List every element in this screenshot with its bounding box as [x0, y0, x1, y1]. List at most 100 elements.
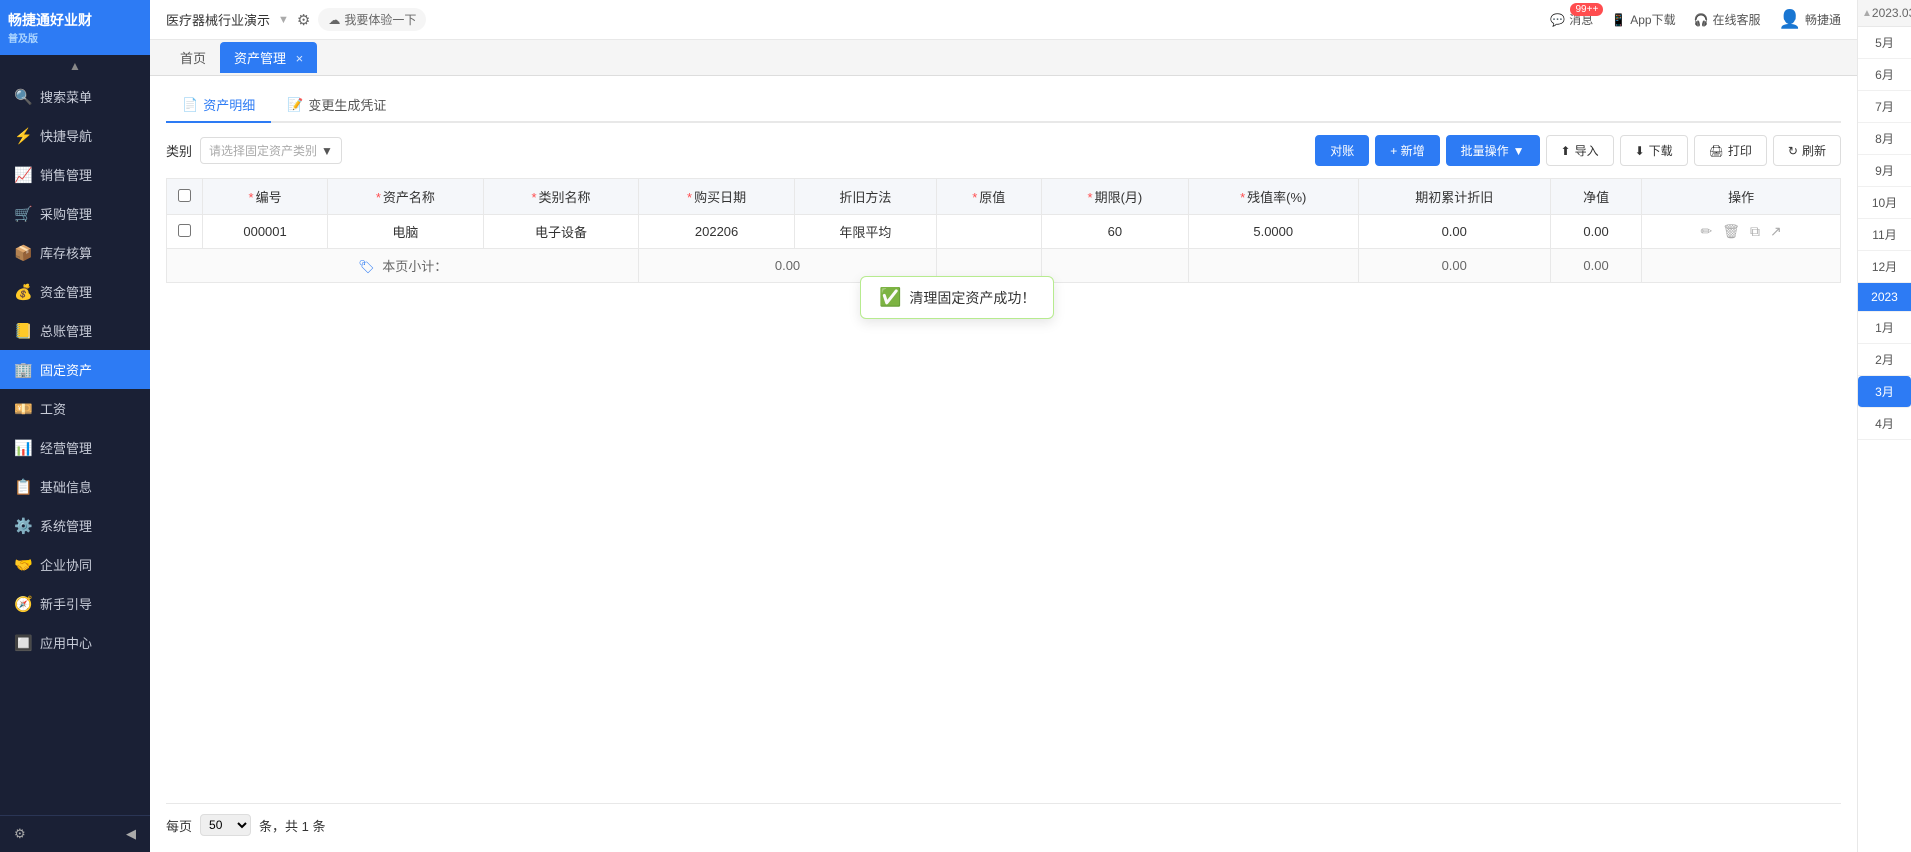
- online-service-btn[interactable]: 🎧 在线客服: [1694, 11, 1761, 28]
- new-btn[interactable]: + 新增: [1375, 135, 1439, 166]
- sidebar-item-icon-inventory: 📦: [14, 244, 32, 262]
- sidebar-item-icon-ledger: 📒: [14, 322, 32, 340]
- filter-label: 类别: [166, 141, 192, 160]
- select-all-checkbox[interactable]: [178, 189, 191, 202]
- sidebar-item-icon-search: 🔍: [14, 88, 32, 106]
- download-btn[interactable]: ⬇ 下载: [1620, 135, 1688, 166]
- row-actions: ✏ 🗑 ⧉ ↗: [1652, 223, 1830, 240]
- toolbar-right: 对账 + 新增 批量操作 ▼ ⬆ 导入 ⬇ 下载 🖨: [1315, 135, 1841, 166]
- row-more-icon[interactable]: ↗: [1770, 223, 1782, 240]
- row-copy-icon[interactable]: ⧉: [1750, 223, 1760, 240]
- date-item-5[interactable]: 10月: [1858, 187, 1911, 219]
- app-download-label: App下载: [1630, 11, 1675, 28]
- subtab-asset-detail[interactable]: 📄 资产明细: [166, 88, 271, 123]
- cell-depreciation-method: 年限平均: [794, 215, 936, 249]
- subtotal-net: 0.00: [1550, 249, 1641, 283]
- experience-label: 我要体验一下: [344, 11, 416, 28]
- row-delete-icon[interactable]: 🗑: [1722, 223, 1740, 240]
- date-item-6[interactable]: 11月: [1858, 219, 1911, 251]
- date-sidebar-prev-icon[interactable]: ▲: [1862, 8, 1872, 19]
- row-checkbox[interactable]: [178, 224, 191, 237]
- account-btn[interactable]: 对账: [1315, 135, 1369, 166]
- date-item-7[interactable]: 12月: [1858, 251, 1911, 283]
- sidebar-collapse-icon[interactable]: ◀: [126, 826, 136, 842]
- sidebar-item-guide[interactable]: 🧭新手引导: [0, 584, 150, 623]
- cell-category: 电子设备: [483, 215, 639, 249]
- sidebar-item-sales[interactable]: 📈销售管理: [0, 155, 150, 194]
- app-download-btn[interactable]: 📱 App下载: [1611, 11, 1675, 28]
- refresh-btn[interactable]: ↻ 刷新: [1773, 135, 1841, 166]
- sidebar-item-operations[interactable]: 📊经营管理: [0, 428, 150, 467]
- message-badge: 99++: [1570, 3, 1603, 16]
- sidebar-item-apps[interactable]: 🔲 应用中心: [0, 623, 150, 662]
- user-btn[interactable]: 👤 畅捷通: [1779, 9, 1841, 30]
- sidebar-item-payroll[interactable]: 💴工资: [0, 389, 150, 428]
- sidebar-item-enterprise[interactable]: 🤝 企业协同: [0, 545, 150, 584]
- message-btn[interactable]: 💬 消息 99++: [1550, 11, 1593, 28]
- date-item-3[interactable]: 8月: [1858, 123, 1911, 155]
- import-btn[interactable]: ⬆ 导入: [1546, 135, 1614, 166]
- content-area: 📄 资产明细 📝 变更生成凭证 类别 请选择固定资产类别 ▼ 对账: [150, 76, 1857, 852]
- message-icon: 💬: [1550, 13, 1565, 27]
- experience-btn[interactable]: ☁ 我要体验一下: [318, 8, 426, 31]
- toast-notification: ✅ 清理固定资产成功！: [860, 276, 1054, 319]
- tab-home[interactable]: 首页: [166, 42, 220, 73]
- date-item-2[interactable]: 7月: [1858, 91, 1911, 123]
- subtab-change-voucher[interactable]: 📝 变更生成凭证: [271, 88, 402, 123]
- sidebar-item-icon-basic-info: 📋: [14, 478, 32, 496]
- company-dropdown-icon[interactable]: ▼: [278, 14, 289, 26]
- asset-table: *编号 *资产名称 *类别名称 *购买日期 折旧方法 *原值 *期限(月) *残…: [166, 178, 1841, 283]
- sidebar-item-quick-nav[interactable]: ⚡快捷导航: [0, 116, 150, 155]
- per-page-select[interactable]: 50 10 20 100: [200, 814, 251, 836]
- cell-accumulated-depreciation: 0.00: [1358, 215, 1550, 249]
- sidebar-item-icon-guide: 🧭: [14, 595, 32, 613]
- tab-asset-management[interactable]: 资产管理 ×: [220, 42, 317, 73]
- row-edit-icon[interactable]: ✏: [1701, 223, 1713, 240]
- sidebar-item-label-enterprise: 企业协同: [40, 555, 92, 574]
- batch-btn[interactable]: 批量操作 ▼: [1446, 135, 1540, 166]
- subtab-change-voucher-icon: 📝: [287, 97, 303, 113]
- subtab-asset-detail-icon: 📄: [182, 97, 198, 113]
- sidebar-item-purchase[interactable]: 🛒采购管理: [0, 194, 150, 233]
- subtotal-accumulated: 0.00: [1358, 249, 1550, 283]
- date-item-9[interactable]: 1月: [1858, 312, 1911, 344]
- sidebar-settings-icon[interactable]: ⚙: [14, 826, 26, 842]
- user-avatar-icon: 👤: [1779, 9, 1801, 30]
- cell-name: 电脑: [328, 215, 484, 249]
- toast-success-icon: ✅: [879, 287, 901, 308]
- filter-category-select[interactable]: 请选择固定资产类别 ▼: [200, 137, 342, 164]
- sidebar-item-icon-enterprise: 🤝: [14, 556, 32, 574]
- sidebar-item-capital[interactable]: 💰资金管理: [0, 272, 150, 311]
- subtabs: 📄 资产明细 📝 变更生成凭证: [166, 88, 1841, 123]
- sidebar-scroll-up[interactable]: ▲: [0, 55, 150, 77]
- cell-original-value: [936, 215, 1041, 249]
- date-sidebar-header: ▲ 2023.03 ▼: [1858, 0, 1911, 27]
- sidebar-item-icon-apps: 🔲: [14, 634, 32, 652]
- sidebar-item-search[interactable]: 🔍 搜索菜单: [0, 77, 150, 116]
- total-label: 条，共 1 条: [259, 816, 325, 835]
- cell-purchase-date: 202206: [639, 215, 795, 249]
- date-item-1[interactable]: 6月: [1858, 59, 1911, 91]
- subtotal-icon: 🏷: [358, 259, 375, 274]
- sidebar-item-system[interactable]: ⚙️系统管理: [0, 506, 150, 545]
- settings-icon[interactable]: ⚙: [297, 11, 310, 29]
- col-depreciation-method: 折旧方法: [794, 179, 936, 215]
- sidebar-item-label-operations: 经营管理: [40, 438, 92, 457]
- sidebar-item-label-apps: 应用中心: [40, 633, 92, 652]
- sidebar-item-label-capital: 资金管理: [40, 282, 92, 301]
- sidebar-item-fixed-assets[interactable]: 🏢固定资产: [0, 350, 150, 389]
- tab-close-icon[interactable]: ×: [296, 51, 304, 66]
- sidebar-item-label-search: 搜索菜单: [40, 87, 92, 106]
- date-item-8[interactable]: 2023: [1858, 283, 1911, 312]
- sidebar-item-inventory[interactable]: 📦库存核算: [0, 233, 150, 272]
- date-item-0[interactable]: 5月: [1858, 27, 1911, 59]
- sidebar-item-ledger[interactable]: 📒总账管理: [0, 311, 150, 350]
- sidebar-item-basic-info[interactable]: 📋基础信息: [0, 467, 150, 506]
- sidebar-item-icon-quick-nav: ⚡: [14, 127, 32, 145]
- refresh-icon: ↻: [1788, 144, 1798, 158]
- date-item-10[interactable]: 2月: [1858, 344, 1911, 376]
- date-item-11[interactable]: 3月: [1858, 376, 1911, 408]
- date-item-4[interactable]: 9月: [1858, 155, 1911, 187]
- print-btn[interactable]: 🖨 打印: [1694, 135, 1767, 166]
- date-item-12[interactable]: 4月: [1858, 408, 1911, 440]
